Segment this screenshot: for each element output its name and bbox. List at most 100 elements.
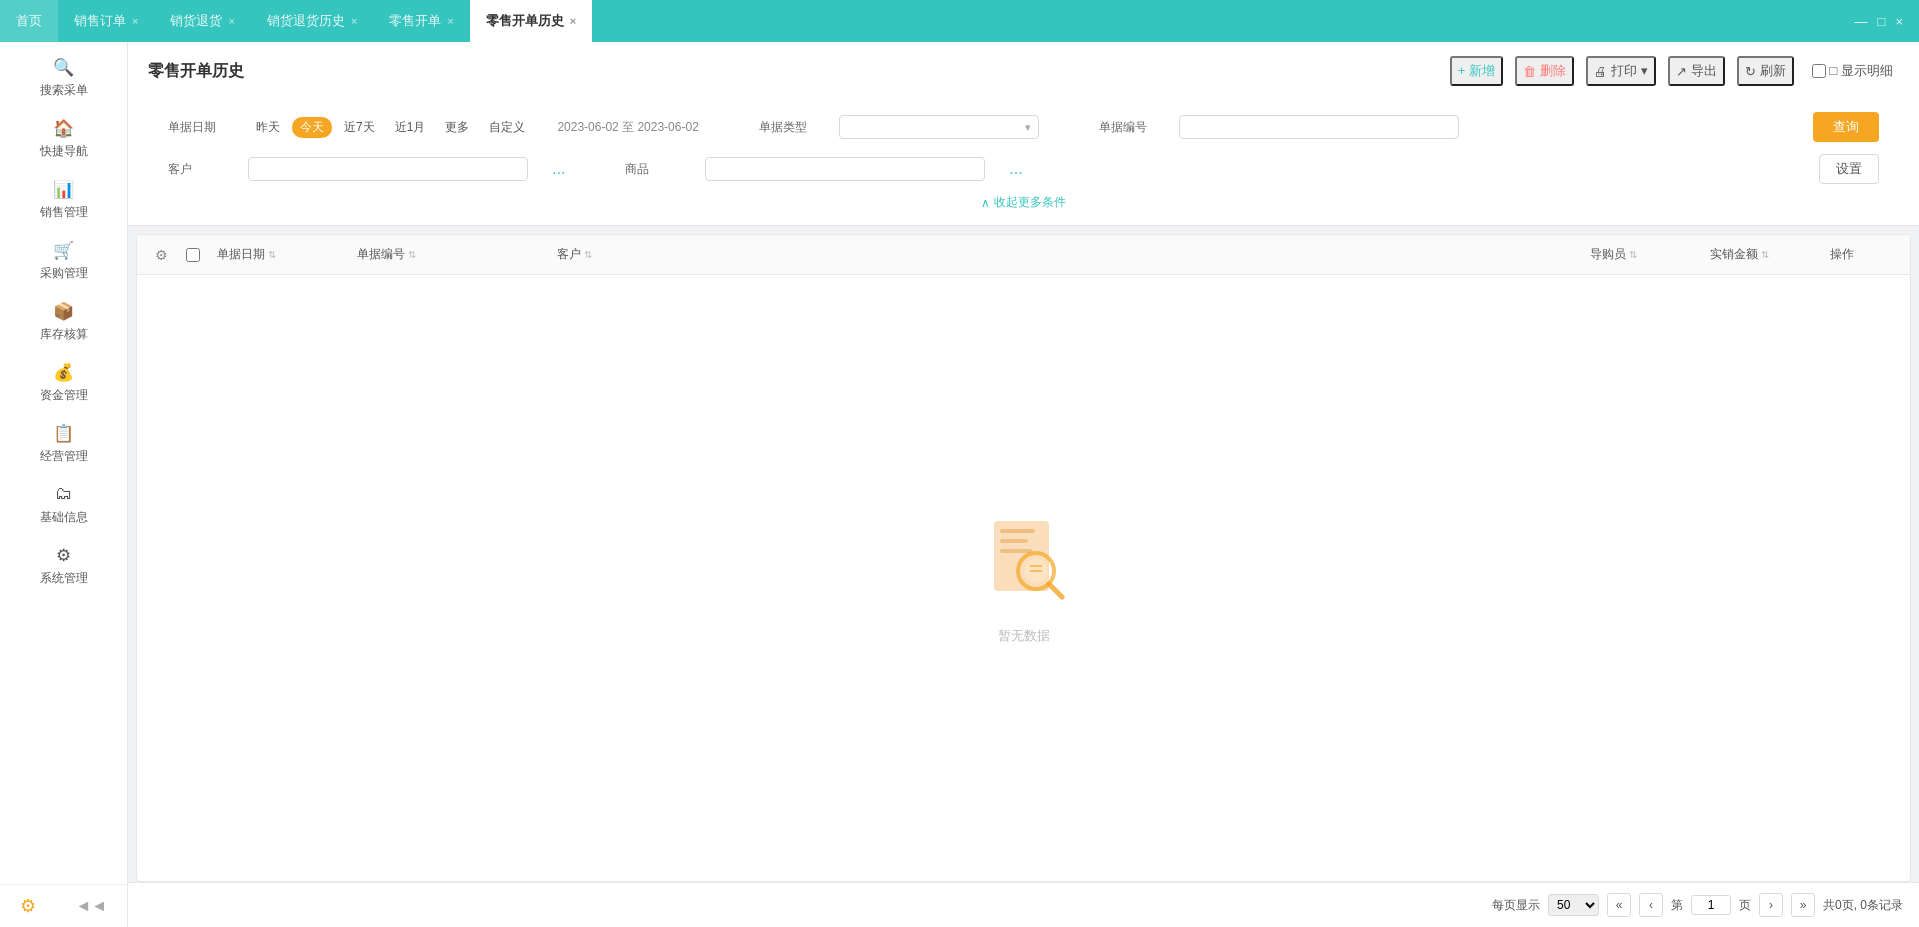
goods-dots[interactable]: ... <box>1009 160 1022 178</box>
page-header: 零售开单历史 + 新增 🗑 🗑 删除 删除 🖨 打印 ▾ ↗ 导出 <box>128 42 1919 226</box>
select-all-checkbox[interactable] <box>186 248 200 262</box>
page-suffix: 页 <box>1739 897 1751 914</box>
window-min-btn[interactable]: — <box>1855 14 1868 29</box>
tab-home[interactable]: 首页 <box>0 0 58 42</box>
toolbar-buttons: + 新增 🗑 🗑 删除 删除 🖨 打印 ▾ ↗ 导出 <box>1450 56 1899 86</box>
sidebar-item-system-label: 系统管理 <box>40 570 88 587</box>
next-page-btn[interactable]: › <box>1759 893 1783 917</box>
basic-info-icon: 🗂 <box>53 483 75 505</box>
sidebar-item-purchase-mgmt-label: 采购管理 <box>40 265 88 282</box>
tab-sales-return-history[interactable]: 销货退货历史 × <box>251 0 373 42</box>
sidebar-bottom: ⚙ ◄◄ <box>0 884 127 927</box>
display-detail-toggle[interactable]: □ 显示明细 <box>1806 58 1899 84</box>
system-icon: ⚙ <box>53 544 75 566</box>
goods-filter-label: 商品 <box>625 161 685 178</box>
type-select[interactable] <box>839 115 1039 139</box>
sort-icon-amount: ⇅ <box>1761 249 1769 260</box>
page-label: 第 <box>1671 897 1683 914</box>
sidebar-item-quick-nav-label: 快捷导航 <box>40 143 88 160</box>
tab-sales-return-history-label: 销货退货历史 <box>267 12 345 30</box>
tab-sales-return-history-close[interactable]: × <box>351 15 357 27</box>
collapse-bar[interactable]: ∧ 收起更多条件 <box>168 190 1879 217</box>
total-info: 共0页, 0条记录 <box>1823 897 1903 914</box>
date-btn-yesterday[interactable]: 昨天 <box>248 117 288 138</box>
col-header-date[interactable]: 单据日期 ⇅ <box>209 246 349 263</box>
date-btn-more[interactable]: 更多 <box>437 117 477 138</box>
export-button[interactable]: ↗ 导出 <box>1668 56 1725 86</box>
tab-sales-return[interactable]: 销货退货 × <box>154 0 250 42</box>
tab-sales-order-label: 销售订单 <box>74 12 126 30</box>
col-header-number[interactable]: 单据编号 ⇅ <box>349 246 549 263</box>
prev-page-btn[interactable]: ‹ <box>1639 893 1663 917</box>
sidebar-item-finance[interactable]: 💰 资金管理 <box>0 351 127 412</box>
sidebar-item-search-label: 搜索采单 <box>40 82 88 99</box>
client-input[interactable] <box>248 157 528 181</box>
sidebar-settings-btn[interactable]: ⚙ <box>20 895 36 917</box>
date-btn-custom[interactable]: 自定义 <box>481 117 533 138</box>
purchase-icon: 🛒 <box>53 239 75 261</box>
display-detail-checkbox[interactable] <box>1812 64 1826 78</box>
main-layout: 🔍 搜索采单 🏠 快捷导航 📊 销售管理 🛒 采购管理 📦 库存核算 💰 资金管… <box>0 42 1919 927</box>
print-button[interactable]: 🖨 打印 ▾ <box>1586 56 1656 86</box>
goods-input[interactable] <box>705 157 985 181</box>
window-close-btn[interactable]: × <box>1895 14 1903 29</box>
sidebar-item-operation-label: 经营管理 <box>40 448 88 465</box>
sidebar-item-sales-mgmt[interactable]: 📊 销售管理 <box>0 168 127 229</box>
table-select-all[interactable] <box>177 248 209 262</box>
tab-retail-open[interactable]: 零售开单 × <box>373 0 469 42</box>
window-max-btn[interactable]: □ <box>1878 14 1886 29</box>
sidebar-item-quick-nav[interactable]: 🏠 快捷导航 <box>0 107 127 168</box>
sidebar-item-purchase-mgmt[interactable]: 🛒 采购管理 <box>0 229 127 290</box>
filter-section: 单据日期 昨天 今天 近7天 近1月 更多 自定义 2023-06-02 至 2… <box>148 98 1899 225</box>
sidebar: 🔍 搜索采单 🏠 快捷导航 📊 销售管理 🛒 采购管理 📦 库存核算 💰 资金管… <box>0 42 128 927</box>
sidebar-item-basic-info[interactable]: 🗂 基础信息 <box>0 473 127 534</box>
add-button[interactable]: + 新增 <box>1450 56 1503 86</box>
page-input[interactable] <box>1691 895 1731 915</box>
svg-rect-2 <box>1000 539 1028 543</box>
per-page-label: 每页显示 <box>1492 897 1540 914</box>
refresh-button[interactable]: ↻ 刷新 <box>1737 56 1794 86</box>
sidebar-item-search[interactable]: 🔍 搜索采单 <box>0 46 127 107</box>
col-header-guide[interactable]: 导购员 ⇅ <box>1582 246 1702 263</box>
delete-button[interactable]: 🗑 🗑 删除 删除 <box>1515 56 1574 86</box>
sidebar-item-operation[interactable]: 📋 经营管理 <box>0 412 127 473</box>
date-btn-7days[interactable]: 近7天 <box>336 117 383 138</box>
date-filter-buttons: 昨天 今天 近7天 近1月 更多 自定义 <box>248 117 533 138</box>
sidebar-collapse-btn[interactable]: ◄◄ <box>75 897 107 915</box>
sidebar-item-inventory[interactable]: 📦 库存核算 <box>0 290 127 351</box>
display-detail-label: □ 显示明细 <box>1830 62 1893 80</box>
tab-list: 首页 销售订单 × 销货退货 × 销货退货历史 × 零售开单 × 零售开单历史 … <box>0 0 1855 42</box>
page-title: 零售开单历史 <box>148 61 244 82</box>
last-page-btn[interactable]: » <box>1791 893 1815 917</box>
sidebar-item-basic-info-label: 基础信息 <box>40 509 88 526</box>
date-btn-today[interactable]: 今天 <box>292 117 332 138</box>
tab-sales-return-close[interactable]: × <box>228 15 234 27</box>
client-dots[interactable]: ... <box>552 160 565 178</box>
tab-retail-open-history-close[interactable]: × <box>570 15 576 27</box>
col-header-amount[interactable]: 实销金额 ⇅ <box>1702 246 1822 263</box>
per-page-select[interactable]: 50 10 20 100 <box>1548 894 1599 916</box>
tab-retail-open-history[interactable]: 零售开单历史 × <box>470 0 592 42</box>
inventory-icon: 📦 <box>53 300 75 322</box>
first-page-btn[interactable]: « <box>1607 893 1631 917</box>
tab-retail-open-label: 零售开单 <box>389 12 441 30</box>
sidebar-item-finance-label: 资金管理 <box>40 387 88 404</box>
tab-sales-order[interactable]: 销售订单 × <box>58 0 154 42</box>
query-button[interactable]: 查询 <box>1813 112 1879 142</box>
date-btn-1month[interactable]: 近1月 <box>387 117 434 138</box>
col-header-client[interactable]: 客户 ⇅ <box>549 246 1582 263</box>
refresh-icon: ↻ <box>1745 64 1756 79</box>
type-filter-label: 单据类型 <box>759 119 819 136</box>
tab-sales-order-close[interactable]: × <box>132 15 138 27</box>
svg-line-6 <box>1049 584 1062 597</box>
table-settings-icon[interactable]: ⚙ <box>145 247 177 263</box>
settings-button[interactable]: 设置 <box>1819 154 1879 184</box>
number-input[interactable] <box>1179 115 1459 139</box>
sidebar-item-inventory-label: 库存核算 <box>40 326 88 343</box>
sort-icon-guide: ⇅ <box>1629 249 1637 260</box>
sidebar-item-system[interactable]: ⚙ 系统管理 <box>0 534 127 595</box>
empty-text: 暂无数据 <box>998 627 1050 645</box>
client-filter-label: 客户 <box>168 161 228 178</box>
tab-retail-open-close[interactable]: × <box>447 15 453 27</box>
print-icon: 🖨 <box>1594 64 1607 79</box>
